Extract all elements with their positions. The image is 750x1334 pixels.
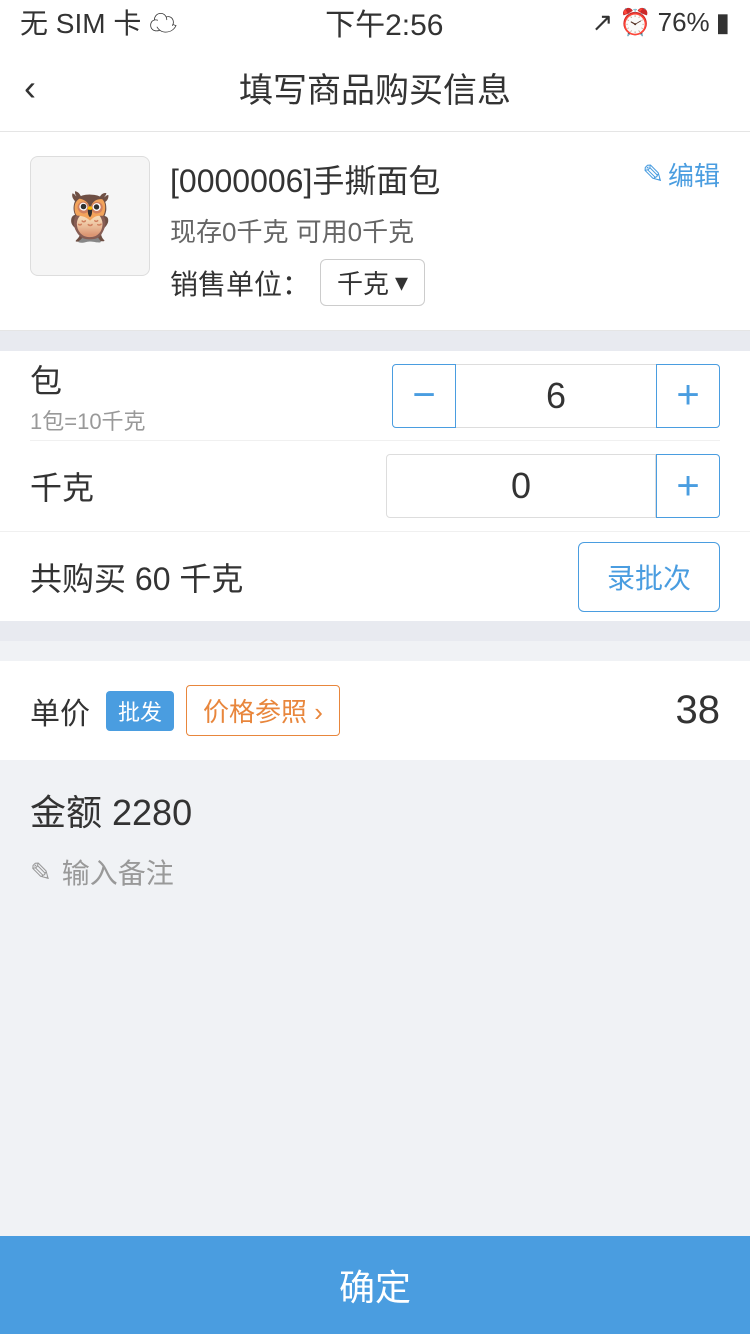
- amount-section: 金额 2280 ✎ 输入备注: [0, 760, 750, 908]
- kg-label-main: 千克: [30, 463, 190, 509]
- pencil-icon: ✎: [30, 857, 52, 888]
- status-right: ↗ ⏰ 76% ▮: [591, 7, 730, 38]
- price-value: 38: [340, 688, 720, 733]
- product-info: [0000006]手撕面包 现存0千克 可用0千克 销售单位： 千克 ▾: [170, 156, 720, 306]
- battery-label: 76%: [658, 7, 710, 38]
- battery-icon: ▮: [716, 7, 730, 38]
- batch-button[interactable]: 录批次: [578, 542, 720, 612]
- status-bar: 无 SIM 卡 ☁ 下午2:56 ↗ ⏰ 76% ▮: [0, 0, 750, 44]
- unit-value: 千克: [337, 264, 389, 301]
- status-time: 下午2:56: [325, 0, 443, 44]
- product-stock: 现存0千克 可用0千克: [170, 212, 720, 249]
- product-thumbnail: 🦉: [30, 156, 150, 276]
- product-image-icon: 🦉: [60, 188, 120, 245]
- kg-input-row: 千克 +: [30, 441, 720, 531]
- page-title: 填写商品购买信息: [239, 63, 511, 112]
- price-ref-label: 价格参照 ›: [203, 692, 323, 729]
- status-left: 无 SIM 卡 ☁: [20, 2, 177, 42]
- confirm-button[interactable]: 确定: [339, 1259, 411, 1311]
- remark-row[interactable]: ✎ 输入备注: [30, 852, 720, 892]
- purchase-total-row: 共购买 60 千克 录批次: [0, 531, 750, 621]
- bao-control: − +: [190, 364, 720, 428]
- product-card: 🦉 [0000006]手撕面包 现存0千克 可用0千克 销售单位： 千克 ▾ ✎…: [0, 132, 750, 331]
- kg-increment-button[interactable]: +: [656, 454, 720, 518]
- section-gap-1: [0, 331, 750, 351]
- price-type-tag: 批发: [106, 691, 174, 731]
- price-reference-button[interactable]: 价格参照 ›: [186, 685, 340, 736]
- bao-label-main: 包: [30, 356, 190, 402]
- bao-input-row: 包 1包=10千克 − +: [30, 351, 720, 441]
- input-section: 包 1包=10千克 − + 千克 +: [0, 351, 750, 531]
- kg-label: 千克: [30, 463, 190, 509]
- edit-icon: ✎: [642, 159, 664, 190]
- sim-label: 无 SIM 卡 ☁: [20, 2, 177, 42]
- unit-label: 销售单位：: [170, 263, 310, 303]
- bao-increment-button[interactable]: +: [656, 364, 720, 428]
- edit-button[interactable]: ✎ 编辑: [642, 156, 720, 193]
- amount-label: 金额 2280: [30, 784, 720, 836]
- bao-label-sub: 1包=10千克: [30, 404, 190, 436]
- price-section: 单价 批发 价格参照 › 38: [0, 661, 750, 760]
- section-gap-2: [0, 621, 750, 641]
- price-label: 单价: [30, 689, 90, 733]
- alarm-icon: ⏰: [619, 7, 651, 38]
- unit-select[interactable]: 千克 ▾: [320, 259, 425, 306]
- nav-bar: ‹ 填写商品购买信息: [0, 44, 750, 132]
- kg-control: +: [190, 454, 720, 518]
- location-icon: ↗: [591, 7, 613, 38]
- purchase-total-label: 共购买 60 千克: [30, 554, 578, 600]
- back-button[interactable]: ‹: [24, 67, 36, 109]
- bao-label: 包 1包=10千克: [30, 356, 190, 436]
- unit-dropdown-icon: ▾: [395, 267, 408, 298]
- product-unit-row: 销售单位： 千克 ▾: [170, 259, 720, 306]
- product-name: [0000006]手撕面包: [170, 156, 720, 202]
- kg-quantity-input[interactable]: [386, 454, 656, 518]
- confirm-bar[interactable]: 确定: [0, 1236, 750, 1334]
- edit-label: 编辑: [668, 156, 720, 193]
- remark-placeholder: 输入备注: [62, 852, 174, 892]
- bao-quantity-input[interactable]: [456, 364, 656, 428]
- bao-decrement-button[interactable]: −: [392, 364, 456, 428]
